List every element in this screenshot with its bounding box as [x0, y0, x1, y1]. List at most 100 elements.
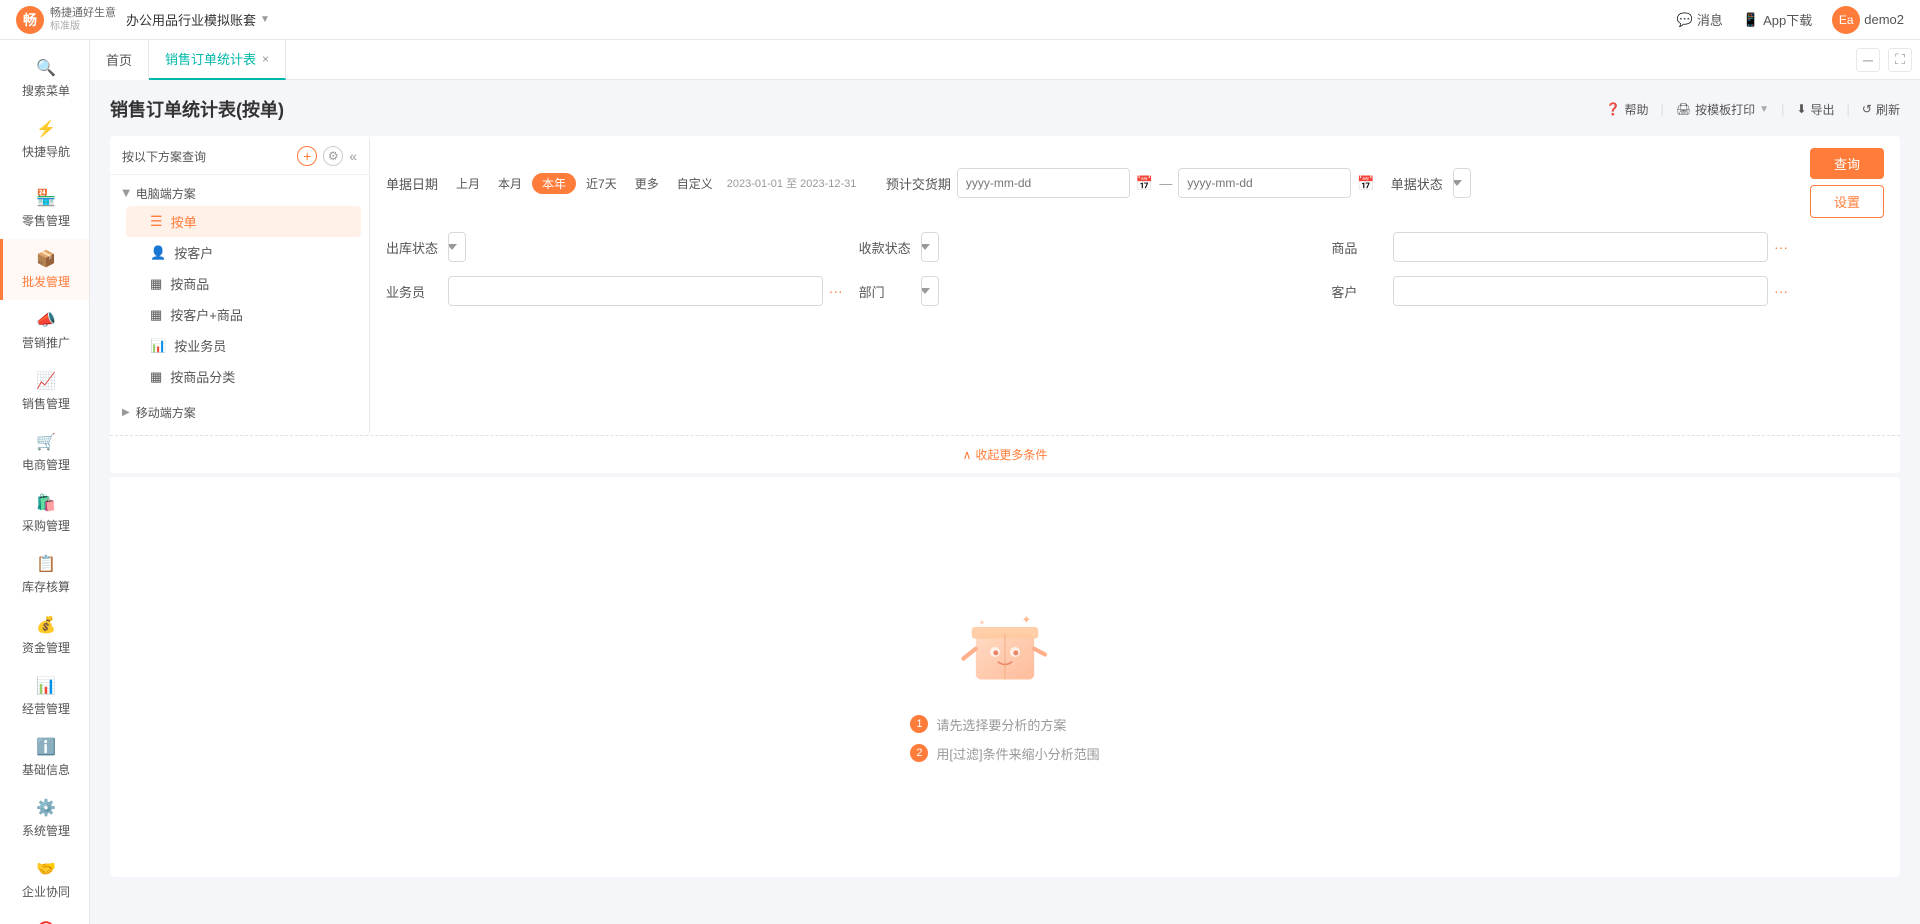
sidebar: 🔍 搜索菜单 ⚡ 快捷导航 🏪 零售管理 📦 批发管理 📣 营销推广 📈 销售管… — [0, 40, 90, 924]
sidebar-item-search[interactable]: 🔍 搜索菜单 — [0, 48, 89, 109]
scheme-add-btn[interactable]: + — [297, 146, 317, 166]
filter-row-2: 出库状态 收款状态 — [386, 232, 1884, 262]
scheme-pc-group: ▶ 电脑端方案 ☰ 按单 👤 按客户 — [110, 181, 369, 392]
out-status-select[interactable] — [448, 232, 466, 262]
finance-icon: 💰 — [36, 615, 56, 635]
print-icon: 🖨 — [1676, 102, 1691, 116]
goods-input[interactable] — [1393, 232, 1768, 262]
salesman-item: 业务员 ··· — [386, 276, 843, 306]
salesman-input[interactable] — [448, 276, 823, 306]
sidebar-item-inventory[interactable]: 📋 库存核算 — [0, 544, 89, 605]
scheme-item-by-customer-goods[interactable]: ▦ 按客户+商品 — [126, 299, 361, 330]
expected-date-label: 预计交货期 — [886, 174, 951, 193]
tab-minimize-btn[interactable]: ─ — [1856, 48, 1880, 72]
sidebar-item-purchase[interactable]: 🛍️ 采购管理 — [0, 483, 89, 544]
divider2: | — [1781, 102, 1784, 117]
empty-state: ✦ ✦ 1 请先选择要分析的方案 2 用[过滤]条件来缩小分析范围 — [910, 512, 1099, 843]
retail-icon: 🏪 — [36, 188, 56, 208]
refresh-icon: ↺ — [1862, 102, 1872, 116]
sidebar-item-quick-nav[interactable]: ⚡ 快捷导航 — [0, 109, 89, 170]
scheme-item-by-category[interactable]: ▦ 按商品分类 — [126, 361, 361, 392]
print-btn[interactable]: 🖨 按模板打印 ▼ — [1676, 101, 1769, 118]
sidebar-item-ecommerce[interactable]: 🛒 电商管理 — [0, 422, 89, 483]
out-status-select-wrap — [448, 232, 843, 262]
sidebar-item-sales[interactable]: 📈 销售管理 — [0, 361, 89, 422]
collection-status-select[interactable] — [921, 232, 939, 262]
scheme-settings-btn[interactable]: ⚙ — [323, 146, 343, 166]
svg-text:✦: ✦ — [1022, 613, 1032, 626]
refresh-btn[interactable]: ↺ 刷新 — [1862, 101, 1900, 118]
filter-right: 单据日期 上月 本月 本年 近7天 更多 自定义 2023-01-01 至 20… — [370, 136, 1900, 435]
expected-date-item: 预计交货期 📅 — 📅 — [886, 168, 1375, 198]
hint-1: 1 请先选择要分析的方案 — [910, 715, 1099, 734]
out-status-label: 出库状态 — [386, 238, 442, 257]
date-btn-more[interactable]: 更多 — [627, 173, 667, 194]
calendar-from-icon[interactable]: 📅 — [1136, 175, 1153, 192]
settings-btn[interactable]: 设置 — [1810, 185, 1884, 218]
purchase-icon: 🛍️ — [36, 493, 56, 513]
scheme-item-by-salesman[interactable]: 📊 按业务员 — [126, 330, 361, 361]
dept-select[interactable] — [921, 276, 939, 306]
help-btn[interactable]: ❓ 帮助 — [1606, 101, 1649, 118]
expected-date-to[interactable] — [1178, 168, 1351, 198]
app-dropdown[interactable]: 办公用品行业模拟账套 ▼ — [126, 10, 270, 29]
scheme-pc-group-title[interactable]: ▶ 电脑端方案 — [118, 181, 361, 206]
scheme-item-by-customer[interactable]: 👤 按客户 — [126, 237, 361, 268]
single-date-item: 单据日期 上月 本月 本年 近7天 更多 自定义 2023-01-01 至 20… — [386, 173, 870, 194]
filter-layout: 按以下方案查询 + ⚙ « ▶ 电脑端方案 — [110, 136, 1900, 435]
quick-nav-icon: ⚡ — [36, 119, 56, 139]
scheme-item-by-goods[interactable]: ▦ 按商品 — [126, 268, 361, 299]
action-btns: 查询 设置 — [1810, 148, 1884, 218]
scheme-panel: 按以下方案查询 + ⚙ « ▶ 电脑端方案 — [110, 136, 370, 435]
tab-bar: 首页 销售订单统计表 × ─ ⛶ — [90, 40, 1920, 80]
scheme-mobile-group-title[interactable]: ▶ 移动端方案 — [118, 400, 361, 425]
tab-sales-order-stats[interactable]: 销售订单统计表 × — [149, 40, 286, 80]
tab-maximize-btn[interactable]: ⛶ — [1888, 48, 1912, 72]
tab-close-icon[interactable]: × — [262, 52, 269, 66]
sidebar-item-collab[interactable]: 🤝 企业协同 — [0, 849, 89, 910]
tab-home[interactable]: 首页 — [90, 40, 149, 80]
date-buttons: 上月 本月 本年 近7天 更多 自定义 2023-01-01 至 2023-12… — [448, 173, 856, 194]
date-btn-this-year[interactable]: 本年 — [532, 173, 576, 194]
sidebar-item-basic-info[interactable]: ℹ️ 基础信息 — [0, 727, 89, 788]
sidebar-item-wholesale[interactable]: 📦 批发管理 — [0, 239, 89, 300]
calendar-to-icon[interactable]: 📅 — [1357, 175, 1374, 192]
sidebar-item-retail[interactable]: 🏪 零售管理 — [0, 178, 89, 239]
query-btn[interactable]: 查询 — [1810, 148, 1884, 179]
date-btn-custom[interactable]: 自定义 — [669, 173, 721, 194]
sidebar-item-finance[interactable]: 💰 资金管理 — [0, 605, 89, 666]
customer-input[interactable] — [1393, 276, 1768, 306]
goods-more-icon[interactable]: ··· — [1774, 239, 1788, 255]
sidebar-item-operation[interactable]: 📊 经营管理 — [0, 666, 89, 727]
date-separator: — — [1159, 176, 1172, 191]
expand-icon-mobile: ▶ — [122, 407, 130, 418]
single-status-item: 单据状态 — [1391, 168, 1794, 198]
page-title: 销售订单统计表(按单) — [110, 96, 284, 122]
scheme-item-by-order[interactable]: ☰ 按单 — [126, 206, 361, 237]
collection-status-item: 收款状态 — [859, 232, 1316, 262]
page-header: 销售订单统计表(按单) ❓ 帮助 | 🖨 按模板打印 ▼ | ⬇ — [110, 96, 1900, 122]
messages-btn[interactable]: 💬 消息 — [1677, 10, 1723, 29]
expected-date-from[interactable] — [957, 168, 1130, 198]
collection-status-label: 收款状态 — [859, 238, 915, 257]
date-btn-last-month[interactable]: 上月 — [448, 173, 488, 194]
user-menu-btn[interactable]: Ea demo2 — [1832, 6, 1904, 34]
scheme-customer-icon: 👤 — [150, 245, 166, 261]
date-btn-this-month[interactable]: 本月 — [490, 173, 530, 194]
export-btn[interactable]: ⬇ 导出 — [1796, 101, 1834, 118]
sidebar-item-guide[interactable]: 🎯 新手引导 — [0, 910, 89, 924]
scheme-collapse-btn[interactable]: « — [349, 148, 357, 164]
date-btn-7days[interactable]: 近7天 — [578, 173, 625, 194]
single-status-select[interactable] — [1453, 168, 1471, 198]
divider3: | — [1847, 102, 1850, 117]
collapse-up-icon: ∧ — [963, 448, 972, 462]
salesman-more-icon[interactable]: ··· — [829, 283, 843, 299]
sales-icon: 📈 — [36, 371, 56, 391]
app-download-btn[interactable]: 📱 App下载 — [1743, 10, 1812, 29]
customer-more-icon[interactable]: ··· — [1774, 283, 1788, 299]
collapse-bar[interactable]: ∧ 收起更多条件 — [110, 435, 1900, 473]
sidebar-item-marketing[interactable]: 📣 营销推广 — [0, 300, 89, 361]
salesman-label: 业务员 — [386, 282, 442, 301]
sidebar-item-system[interactable]: ⚙️ 系统管理 — [0, 788, 89, 849]
inventory-icon: 📋 — [36, 554, 56, 574]
